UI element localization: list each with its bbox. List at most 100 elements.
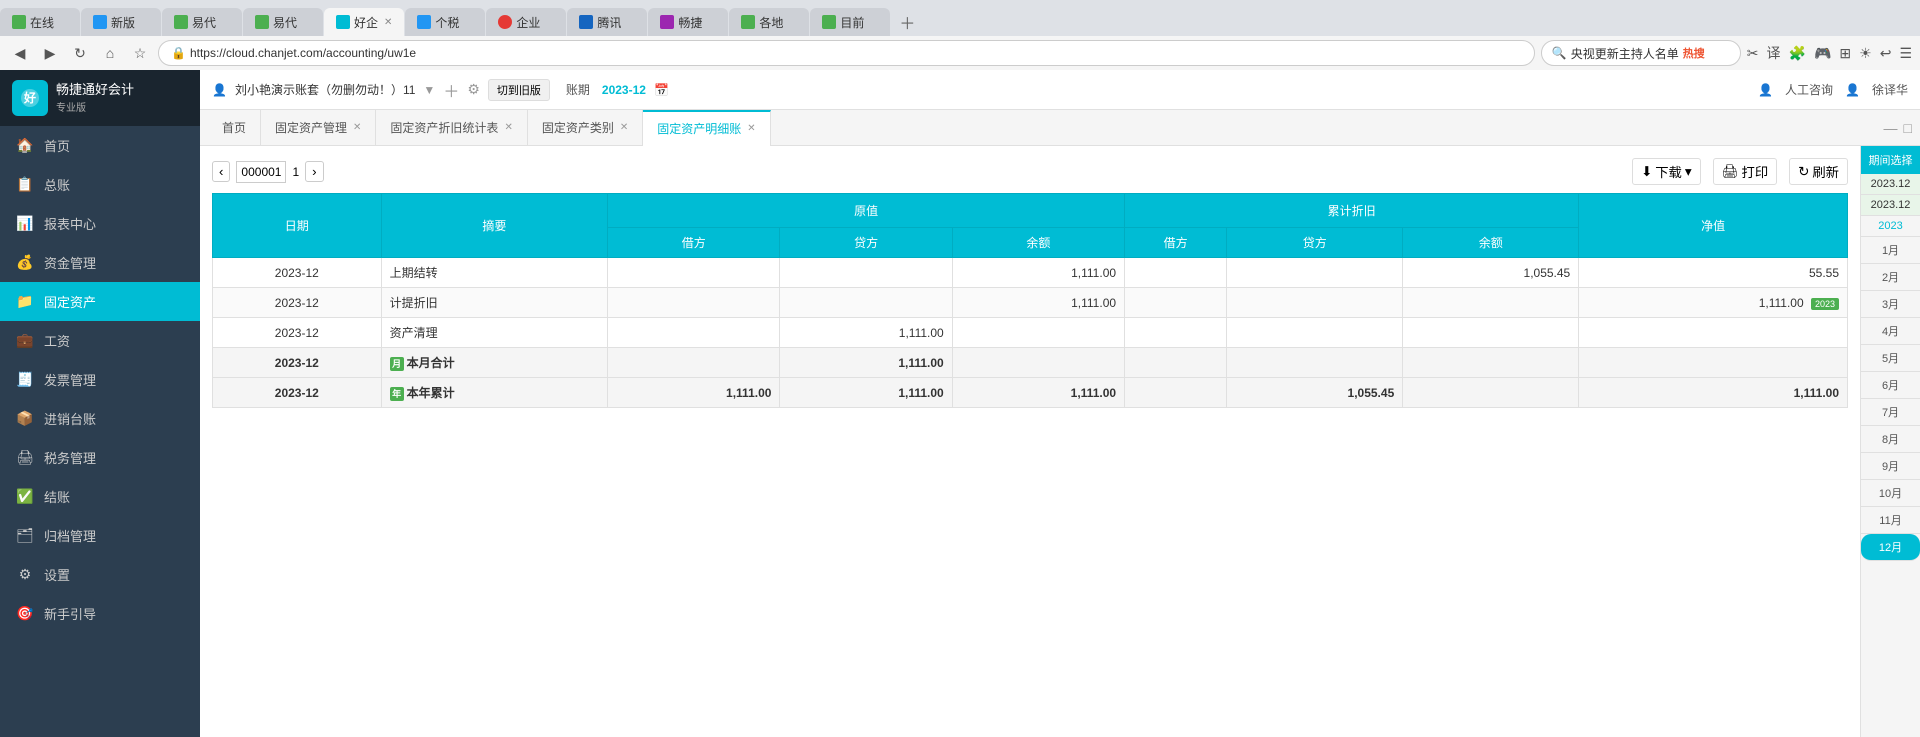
- browser-tab-gedi[interactable]: 各地: [729, 8, 809, 36]
- page-tab-asset-mgmt[interactable]: 固定资产管理 ✕: [261, 110, 376, 146]
- add-account-icon[interactable]: ＋: [443, 78, 459, 102]
- sidebar-item-tax[interactable]: 🖨 税务管理: [0, 438, 200, 477]
- period-selected-2[interactable]: 2023.12: [1861, 195, 1920, 216]
- period-month-11[interactable]: 11月: [1861, 507, 1920, 534]
- calendar-icon[interactable]: 📅: [654, 83, 669, 97]
- cell-orig-balance-4: [952, 348, 1124, 378]
- bookmark-button[interactable]: ☆: [128, 41, 152, 65]
- sidebar-item-home[interactable]: 🏠 首页: [0, 126, 200, 165]
- grid-icon[interactable]: ⊞: [1839, 45, 1851, 62]
- main-content: 👤 刘小艳演示账套（勿删勿动！）11 ▼ ＋ ⚙ 切到旧版 账期 2023-12…: [200, 70, 1920, 737]
- minimize-window-icon[interactable]: —: [1884, 120, 1898, 136]
- back-button[interactable]: ◀: [8, 41, 32, 65]
- page-tab-depreciation[interactable]: 固定资产折旧统计表 ✕: [376, 110, 527, 146]
- account-name[interactable]: 刘小艳演示账套（勿删勿动！）11: [235, 81, 415, 98]
- sidebar-item-ledger[interactable]: 📋 总账: [0, 165, 200, 204]
- sidebar-item-funds[interactable]: 💰 资金管理: [0, 243, 200, 282]
- prev-page-button[interactable]: ‹: [212, 161, 230, 182]
- period-month-7[interactable]: 7月: [1861, 399, 1920, 426]
- tab-icon-yidai2: [255, 15, 269, 29]
- period-month-8[interactable]: 8月: [1861, 426, 1920, 453]
- cell-net-1: 55.55: [1579, 258, 1848, 288]
- extension-icon[interactable]: 🧩: [1789, 45, 1806, 62]
- service-label[interactable]: 人工咨询: [1785, 81, 1833, 98]
- browser-tab-qiye[interactable]: 企业: [486, 8, 566, 36]
- page-number-input[interactable]: [236, 161, 286, 183]
- browser-tab-tencent[interactable]: 腾讯: [567, 8, 647, 36]
- period-month-10[interactable]: 10月: [1861, 480, 1920, 507]
- browser-tab-muqian[interactable]: 目前: [810, 8, 890, 36]
- cell-dep-balance-3: [1403, 318, 1579, 348]
- content-panel-wrapper: ‹ 1 › ⬇ 下载 ▾ 🖨 打印: [200, 146, 1920, 737]
- period-month-6[interactable]: 6月: [1861, 372, 1920, 399]
- page-tab-detail[interactable]: 固定资产明细账 ✕: [643, 110, 770, 146]
- col-header-depreciation: 累计折旧: [1125, 194, 1579, 228]
- sidebar-item-reports[interactable]: 📊 报表中心: [0, 204, 200, 243]
- reload-button[interactable]: ↻: [68, 41, 92, 65]
- browser-tab-haoqi[interactable]: 好企 ✕: [324, 8, 404, 36]
- page-tab-home-label: 首页: [222, 119, 246, 136]
- dropdown-icon[interactable]: ▼: [423, 83, 435, 97]
- cell-date-1: 2023-12: [213, 258, 382, 288]
- sidebar-item-close[interactable]: ✅ 结账: [0, 477, 200, 516]
- page-tab-close-detail[interactable]: ✕: [747, 123, 755, 134]
- switch-version-button[interactable]: 切到旧版: [488, 79, 550, 101]
- forward-button[interactable]: ▶: [38, 41, 62, 65]
- browser-tab-changjie[interactable]: 畅捷: [648, 8, 728, 36]
- sidebar-item-purchase-sale[interactable]: 📦 进销台账: [0, 399, 200, 438]
- translate-icon[interactable]: 译: [1767, 43, 1781, 63]
- search-placeholder: 央视更新主持人名单: [1571, 45, 1679, 62]
- content-area: ‹ 1 › ⬇ 下载 ▾ 🖨 打印: [200, 146, 1860, 737]
- next-page-button[interactable]: ›: [305, 161, 323, 182]
- print-icon: 🖨: [1722, 164, 1739, 180]
- home-button[interactable]: ⌂: [98, 41, 122, 65]
- col-sub-orig-balance: 余额: [952, 228, 1124, 258]
- tab-label-changjie: 畅捷: [678, 14, 702, 31]
- page-tab-category[interactable]: 固定资产类别 ✕: [528, 110, 643, 146]
- sidebar-item-archive[interactable]: 🗂 归档管理: [0, 516, 200, 555]
- sidebar-item-fixed-assets[interactable]: 📁 固定资产: [0, 282, 200, 321]
- undo-icon[interactable]: ↩: [1880, 45, 1892, 62]
- period-month-4[interactable]: 4月: [1861, 318, 1920, 345]
- settings-gear-icon[interactable]: ⚙: [467, 81, 480, 98]
- browser-tab-yidai1[interactable]: 易代: [162, 8, 242, 36]
- period-month-5[interactable]: 5月: [1861, 345, 1920, 372]
- tab-label-yidai1: 易代: [192, 14, 216, 31]
- sidebar-item-settings[interactable]: ⚙ 设置: [0, 555, 200, 594]
- period-selected-1[interactable]: 2023.12: [1861, 174, 1920, 195]
- maximize-window-icon[interactable]: □: [1904, 120, 1912, 136]
- logo-text: 畅捷通好会计: [56, 82, 134, 99]
- page-tab-close-depreciation[interactable]: ✕: [504, 122, 512, 133]
- period-month-1[interactable]: 1月: [1861, 237, 1920, 264]
- cell-dep-debit-1: [1125, 258, 1227, 288]
- download-button[interactable]: ⬇ 下载 ▾: [1632, 158, 1701, 185]
- print-button[interactable]: 🖨 打印: [1713, 158, 1778, 185]
- browser-tab-yidai2[interactable]: 易代: [243, 8, 323, 36]
- brightness-icon[interactable]: ☀: [1859, 45, 1872, 62]
- refresh-button[interactable]: ↻ 刷新: [1789, 158, 1848, 185]
- user-label[interactable]: 徐译华: [1872, 81, 1908, 98]
- page-tab-close-asset-mgmt[interactable]: ✕: [353, 122, 361, 133]
- page-tab-close-category[interactable]: ✕: [620, 122, 628, 133]
- browser-tab-online[interactable]: 在线: [0, 8, 80, 36]
- period-month-2[interactable]: 2月: [1861, 264, 1920, 291]
- sidebar-item-invoice[interactable]: 🧾 发票管理: [0, 360, 200, 399]
- browser-tab-new[interactable]: 新版: [81, 8, 161, 36]
- period-month-9[interactable]: 9月: [1861, 453, 1920, 480]
- page-tab-home[interactable]: 首页: [208, 110, 261, 146]
- gamepad-icon[interactable]: 🎮: [1814, 45, 1831, 62]
- monthly-total-tag: 月: [390, 357, 404, 371]
- url-bar[interactable]: 🔒 https://cloud.chanjet.com/accounting/u…: [158, 40, 1535, 66]
- period-month-3[interactable]: 3月: [1861, 291, 1920, 318]
- browser-tab-close-haoqi[interactable]: ✕: [384, 17, 392, 28]
- sidebar-item-guide[interactable]: 🎯 新手引导: [0, 594, 200, 633]
- period-month-12[interactable]: 12月: [1861, 534, 1920, 561]
- browser-tab-geshu[interactable]: 个税: [405, 8, 485, 36]
- scissors-icon[interactable]: ✂: [1747, 45, 1759, 62]
- menu-icon[interactable]: ☰: [1899, 45, 1912, 62]
- search-box[interactable]: 🔍 央视更新主持人名单 热搜: [1541, 40, 1741, 66]
- sidebar-item-salary[interactable]: 💼 工资: [0, 321, 200, 360]
- lock-icon: 🔒: [171, 46, 186, 60]
- page-tab-asset-mgmt-label: 固定资产管理: [275, 119, 347, 136]
- new-tab-button[interactable]: ＋: [891, 8, 923, 36]
